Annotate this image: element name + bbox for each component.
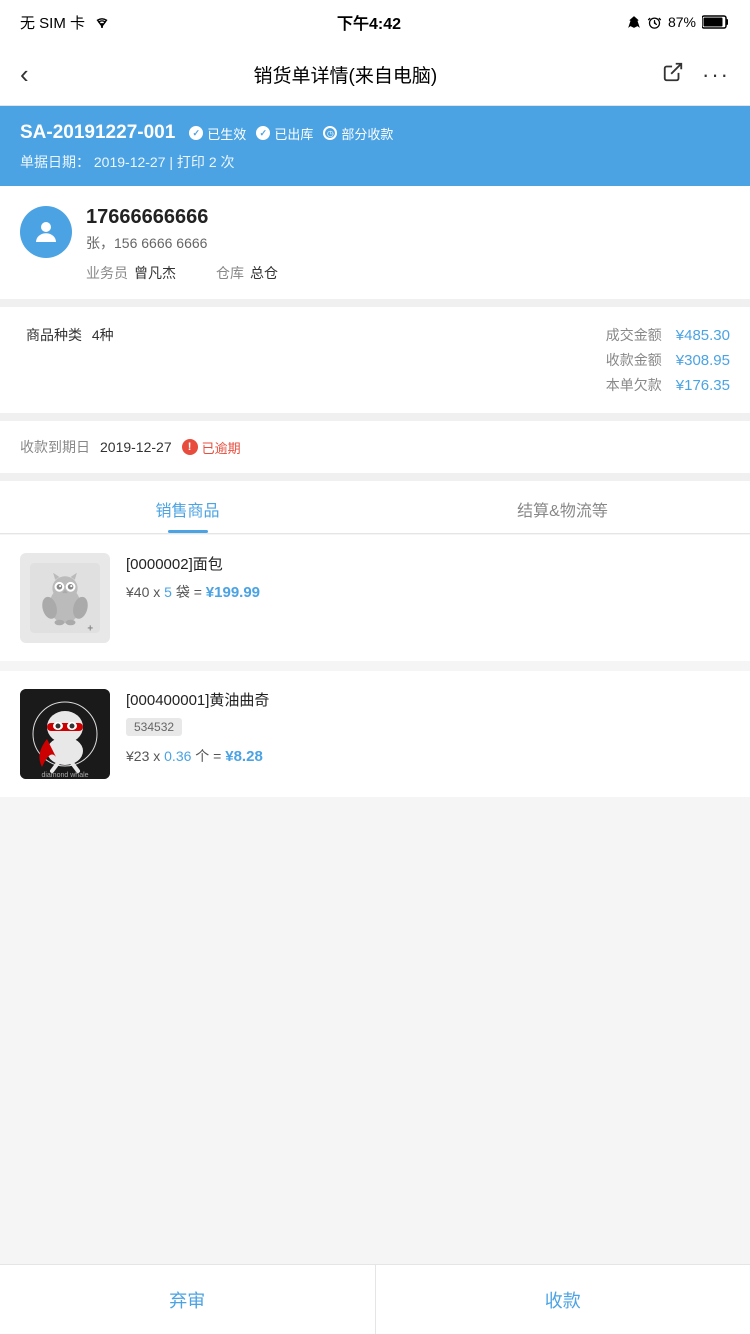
product-info-2: [000400001]黄油曲奇 534532 ¥23 x 0.36 个 = ¥8… bbox=[126, 689, 730, 779]
product-image-2: diamond whale bbox=[20, 689, 110, 779]
product-type: 商品种类 4种 bbox=[20, 325, 114, 395]
order-badges: 已生效 已出库 ◷ 部分收款 bbox=[189, 124, 393, 143]
svg-text:diamond whale: diamond whale bbox=[41, 772, 88, 779]
cancel-review-button[interactable]: 弃审 bbox=[0, 1265, 376, 1334]
user-icon bbox=[31, 217, 61, 247]
warehouse-value: 总仓 bbox=[250, 263, 278, 283]
owed-amount: ¥176.35 bbox=[676, 377, 730, 394]
product-name-1: [0000002]面包 bbox=[126, 553, 730, 574]
status-right: 87% bbox=[627, 14, 730, 30]
product-total-1: ¥199.99 bbox=[206, 584, 260, 601]
badge-effective: 已生效 bbox=[189, 124, 246, 143]
product-qty-2: 0.36 bbox=[164, 748, 191, 764]
more-button[interactable]: ··· bbox=[702, 62, 730, 88]
customer-account: 17666666666 bbox=[86, 206, 730, 229]
product-price-2: ¥23 x 0.36 个 = ¥8.28 bbox=[126, 746, 730, 766]
order-header: SA-20191227-001 已生效 已出库 ◷ 部分收款 单据日期： 201… bbox=[0, 106, 750, 186]
badge-partial: ◷ 部分收款 bbox=[323, 124, 393, 143]
customer-info: 17666666666 张，156 6666 6666 业务员 曾凡杰 仓库 总… bbox=[86, 206, 730, 283]
tabs-section: 销售商品 结算&物流等 bbox=[0, 481, 750, 534]
product-image-1: + bbox=[20, 553, 110, 643]
product-qty-1: 5 bbox=[164, 584, 172, 600]
wifi-icon bbox=[93, 15, 111, 29]
battery-icon bbox=[702, 15, 730, 29]
status-bar: 无 SIM 卡 下午4:42 87% bbox=[0, 0, 750, 44]
location-icon bbox=[627, 15, 641, 29]
product-name-2: [000400001]黄油曲奇 bbox=[126, 689, 730, 710]
alarm-icon bbox=[647, 15, 662, 30]
received-amount: ¥308.95 bbox=[676, 352, 730, 369]
customer-name-phone: 张，156 6666 6666 bbox=[86, 233, 730, 253]
tab-products[interactable]: 销售商品 bbox=[0, 481, 375, 533]
nav-bar: ‹ 销货单详情(来自电脑) ··· bbox=[0, 44, 750, 106]
page-title: 销货单详情(来自电脑) bbox=[29, 61, 662, 88]
product-item-1: + [0000002]面包 ¥40 x 5 袋 = ¥199.99 bbox=[0, 535, 750, 661]
time-label: 下午4:42 bbox=[337, 10, 401, 34]
carrier-label: 无 SIM 卡 bbox=[20, 12, 85, 33]
nav-right-actions: ··· bbox=[662, 61, 730, 89]
amounts: 成交金额 ¥485.30 收款金额 ¥308.95 本单欠款 ¥176.35 bbox=[606, 325, 730, 395]
check-icon bbox=[189, 126, 203, 140]
due-section: 收款到期日 2019-12-27 ! 已逾期 bbox=[0, 421, 750, 481]
product-price-1: ¥40 x 5 袋 = ¥199.99 bbox=[126, 582, 730, 602]
share-button[interactable] bbox=[662, 61, 684, 89]
deal-amount: ¥485.30 bbox=[676, 327, 730, 344]
clock-icon: ◷ bbox=[323, 126, 337, 140]
battery-label: 87% bbox=[668, 14, 696, 30]
avatar bbox=[20, 206, 72, 258]
tab-settlement[interactable]: 结算&物流等 bbox=[375, 481, 750, 533]
due-label: 收款到期日 bbox=[20, 437, 90, 457]
cookie-brand-logo: diamond whale bbox=[20, 689, 110, 779]
received-row: 收款金额 ¥308.95 bbox=[606, 350, 730, 370]
deal-row: 成交金额 ¥485.30 bbox=[606, 325, 730, 345]
check-icon-2 bbox=[256, 126, 270, 140]
due-date: 2019-12-27 bbox=[100, 439, 172, 455]
owl-logo: + bbox=[30, 563, 100, 633]
customer-section: 17666666666 张，156 6666 6666 业务员 曾凡杰 仓库 总… bbox=[0, 186, 750, 307]
overdue-dot-icon: ! bbox=[182, 439, 198, 455]
collect-payment-button[interactable]: 收款 bbox=[376, 1265, 750, 1334]
product-total-2: ¥8.28 bbox=[225, 748, 263, 765]
back-button[interactable]: ‹ bbox=[20, 59, 29, 90]
order-date: 单据日期： 2019-12-27 | 打印 2 次 bbox=[20, 152, 730, 172]
summary-section: 商品种类 4种 成交金额 ¥485.30 收款金额 ¥308.95 本单欠款 ¥… bbox=[0, 307, 750, 421]
overdue-badge: ! 已逾期 bbox=[182, 438, 241, 457]
svg-text:+: + bbox=[87, 624, 93, 633]
salesperson-value: 曾凡杰 bbox=[134, 263, 176, 283]
owed-row: 本单欠款 ¥176.35 bbox=[606, 375, 730, 395]
warehouse-item: 仓库 总仓 bbox=[216, 263, 278, 283]
customer-meta: 业务员 曾凡杰 仓库 总仓 bbox=[86, 263, 730, 283]
status-left: 无 SIM 卡 bbox=[20, 12, 111, 33]
product-item-2: diamond whale [000400001]黄油曲奇 534532 ¥23… bbox=[0, 671, 750, 797]
product-list: + [0000002]面包 ¥40 x 5 袋 = ¥199.99 bbox=[0, 535, 750, 878]
salesperson-item: 业务员 曾凡杰 bbox=[86, 263, 176, 283]
product-info-1: [0000002]面包 ¥40 x 5 袋 = ¥199.99 bbox=[126, 553, 730, 643]
product-tag-2: 534532 bbox=[126, 718, 182, 736]
badge-shipped: 已出库 bbox=[256, 124, 313, 143]
order-id: SA-20191227-001 bbox=[20, 122, 175, 144]
bottom-bar: 弃审 收款 bbox=[0, 1264, 750, 1334]
